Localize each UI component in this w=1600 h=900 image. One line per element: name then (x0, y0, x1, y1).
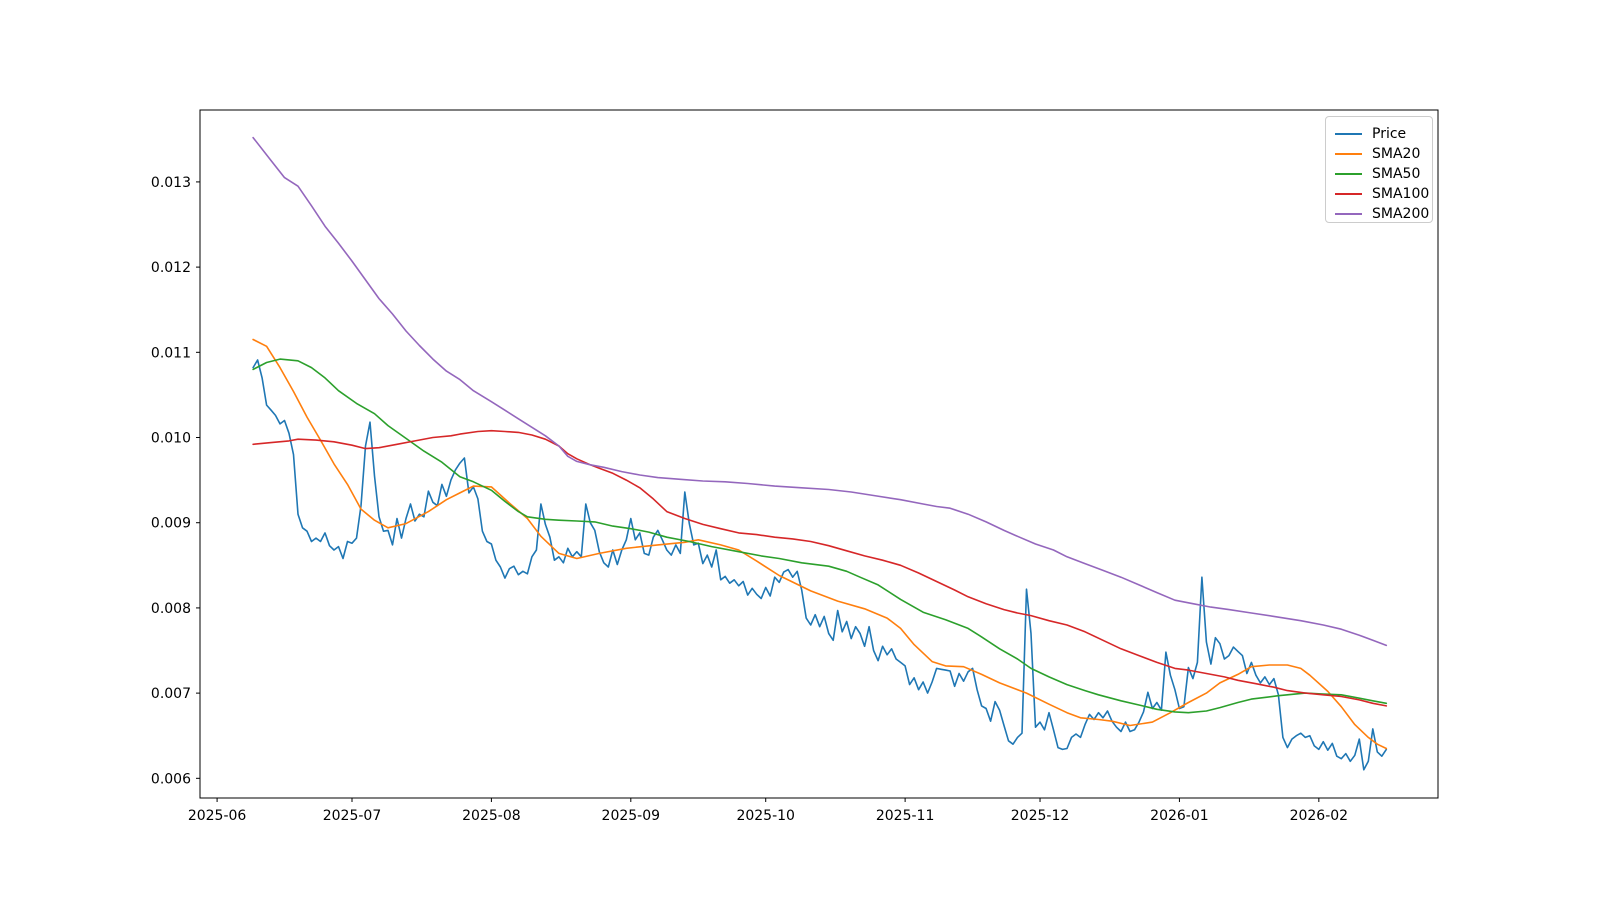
legend-label: SMA20 (1372, 146, 1421, 162)
y-tick-label: 0.008 (151, 601, 191, 617)
x-tick-label: 2025-10 (736, 808, 795, 824)
y-tick-label: 0.012 (151, 260, 191, 276)
y-tick-label: 0.013 (151, 175, 191, 191)
x-tick-label: 2025-07 (323, 808, 382, 824)
legend-label: Price (1372, 126, 1407, 142)
legend-line-swatch-sma20 (1335, 153, 1362, 155)
legend-item-sma100: SMA100 (1335, 184, 1429, 204)
legend-line-swatch-sma50 (1335, 173, 1362, 175)
legend-label: SMA100 (1372, 186, 1430, 202)
chart-figure: 2025-06 2025-07 2025-08 2025-09 2025-10 2025-… (0, 0, 1600, 900)
y-tick-label: 0.007 (151, 686, 191, 702)
legend-item-sma50: SMA50 (1335, 164, 1422, 184)
legend-item-price: Price (1335, 124, 1422, 144)
y-tick-label: 0.009 (151, 516, 191, 532)
x-tick-label: 2025-06 (188, 808, 247, 824)
series-line-sma50 (252, 358, 1388, 714)
y-tick-label: 0.011 (151, 345, 191, 361)
x-tick-label: 2025-09 (602, 808, 661, 824)
legend: Price SMA20 SMA50 SMA100 SMA200 (1325, 116, 1433, 223)
legend-label: SMA50 (1372, 166, 1421, 182)
plot-border (199, 109, 1439, 799)
x-tick-label: 2025-12 (1011, 808, 1070, 824)
x-tick-label: 2026-02 (1290, 808, 1349, 824)
series-line-sma200 (252, 136, 1388, 647)
legend-label: SMA200 (1372, 206, 1430, 222)
series-line-sma100 (252, 429, 1388, 707)
x-tick-label: 2025-08 (462, 808, 521, 824)
x-tick-label: 2026-01 (1150, 808, 1209, 824)
legend-line-swatch-sma100 (1335, 193, 1362, 195)
legend-item-sma200: SMA200 (1335, 204, 1429, 224)
x-tick-label: 2025-11 (876, 808, 935, 824)
legend-line-swatch-price (1335, 133, 1362, 135)
y-tick-label: 0.006 (151, 771, 191, 787)
legend-item-sma20: SMA20 (1335, 144, 1422, 164)
y-tick-label: 0.010 (151, 431, 191, 447)
legend-line-swatch-sma200 (1335, 213, 1362, 215)
